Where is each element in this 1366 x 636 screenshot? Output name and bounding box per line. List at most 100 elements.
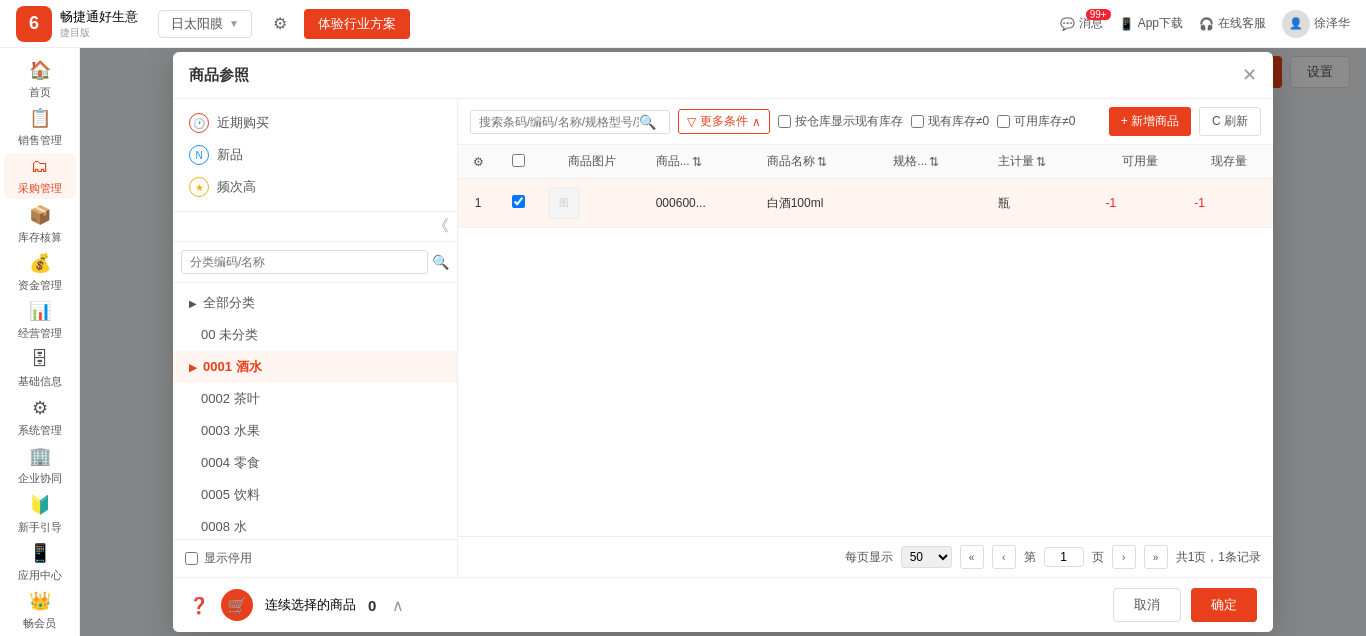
modal-footer-left: 显示停用	[173, 539, 457, 577]
page-suffix: 页	[1092, 549, 1104, 566]
sidebar: 🏠 首页 📋 销售管理 🗂 采购管理 📦 库存核算 💰 资金管理 📊 经营管理 …	[0, 48, 80, 636]
category-item-all[interactable]: ▶ 全部分类	[173, 287, 457, 319]
sidebar-item-system[interactable]: ⚙ 系统管理	[4, 394, 76, 440]
first-page-button[interactable]: «	[960, 545, 984, 569]
last-page-button[interactable]: »	[1144, 545, 1168, 569]
message-item[interactable]: 💬 消息 99+	[1060, 15, 1103, 32]
service-label: 在线客服	[1218, 15, 1266, 32]
row-name: 白酒100ml	[757, 179, 884, 228]
col-checkbox-header[interactable]	[498, 145, 538, 179]
pagination-bar: 每页显示 50 10 20 100 « ‹ 第 页	[458, 536, 1273, 577]
operations-icon: 📊	[29, 300, 51, 322]
sidebar-item-sales[interactable]: 📋 销售管理	[4, 104, 76, 150]
sidebar-item-label: 首页	[29, 85, 51, 100]
category-item-0004[interactable]: 0004 零食	[173, 447, 457, 479]
col-spec-header[interactable]: 规格... ⇅	[883, 145, 988, 179]
sidebar-item-purchase[interactable]: 🗂 采购管理	[4, 153, 76, 199]
available-ne0-checkbox-label[interactable]: 现有库存≠0	[911, 113, 989, 130]
usable-ne0-checkbox-label[interactable]: 可用库存≠0	[997, 113, 1075, 130]
app-download-item[interactable]: 📱 App下载	[1119, 15, 1183, 32]
page-label: 第	[1024, 549, 1036, 566]
confirm-button[interactable]: 确定	[1191, 588, 1257, 622]
col-settings[interactable]: ⚙	[458, 145, 498, 179]
col-spec-sort[interactable]: 规格... ⇅	[893, 153, 978, 170]
sidebar-item-operations[interactable]: 📊 经营管理	[4, 298, 76, 344]
by-warehouse-checkbox-label[interactable]: 按仓库显示现有库存	[778, 113, 903, 130]
dropdown-label: 日太阳膜	[171, 15, 223, 33]
collapse-left-icon[interactable]: 《	[433, 216, 449, 237]
category-label: 0002 茶叶	[201, 390, 260, 408]
col-name-sort[interactable]: 商品名称 ⇅	[767, 153, 874, 170]
usable-ne0-checkbox[interactable]	[997, 115, 1010, 128]
category-search-icon[interactable]: 🔍	[432, 254, 449, 270]
quick-filters: 🕐 近期购买 N 新品 ★ 频次高	[173, 99, 457, 211]
new-product-button[interactable]: + 新增商品	[1109, 107, 1191, 136]
table-row[interactable]: 1 图 000600... 白酒100ml	[458, 179, 1273, 228]
category-item-0003[interactable]: 0003 水果	[173, 415, 457, 447]
sidebar-item-finance[interactable]: 💰 资金管理	[4, 249, 76, 295]
nav-dropdown[interactable]: 日太阳膜 ▼	[158, 10, 252, 38]
search-input[interactable]	[479, 115, 639, 129]
collapse-bottom-icon[interactable]: ∧	[392, 596, 404, 615]
sidebar-item-inventory[interactable]: 📦 库存核算	[4, 201, 76, 247]
prev-page-button[interactable]: ‹	[992, 545, 1016, 569]
chevron-down-icon: ▼	[229, 18, 239, 29]
sort-icon: ⇅	[1036, 155, 1046, 169]
row-code: 000600...	[646, 179, 757, 228]
sidebar-item-apps[interactable]: 📱 应用中心	[4, 539, 76, 585]
sidebar-item-member[interactable]: 👑 畅会员	[4, 588, 76, 634]
user-item[interactable]: 👤 徐泽华	[1282, 10, 1350, 38]
available-ne0-checkbox[interactable]	[911, 115, 924, 128]
close-icon[interactable]: ✕	[1242, 64, 1257, 86]
help-icon[interactable]: ❓	[189, 596, 209, 615]
sidebar-item-basic[interactable]: 🗄 基础信息	[4, 346, 76, 392]
cart-label: 连续选择的商品	[265, 596, 356, 614]
category-item-0001[interactable]: ▶ 0001 酒水	[173, 351, 457, 383]
select-all-checkbox[interactable]	[512, 154, 525, 167]
quick-filter-recent[interactable]: 🕐 近期购买	[181, 107, 449, 139]
gear-icon[interactable]: ⚙	[264, 8, 296, 40]
show-disabled-checkbox[interactable]	[185, 552, 198, 565]
next-page-button[interactable]: ›	[1112, 545, 1136, 569]
page-input[interactable]	[1044, 547, 1084, 567]
collapse-bar: 《	[173, 211, 457, 242]
sidebar-item-home[interactable]: 🏠 首页	[4, 56, 76, 102]
basic-icon: 🗄	[31, 349, 49, 370]
sidebar-item-label: 销售管理	[18, 133, 62, 148]
sidebar-item-guide[interactable]: 🔰 新手引导	[4, 491, 76, 537]
category-item-0008[interactable]: 0008 水	[173, 511, 457, 539]
quick-filter-new[interactable]: N 新品	[181, 139, 449, 171]
category-item-0005[interactable]: 0005 饮料	[173, 479, 457, 511]
row-checkbox-cell[interactable]	[498, 179, 538, 228]
col-unit-header[interactable]: 主计量 ⇅	[988, 145, 1096, 179]
trial-button[interactable]: 体验行业方案	[304, 9, 410, 39]
col-image-header: 商品图片	[538, 145, 646, 179]
search-icon[interactable]: 🔍	[639, 114, 656, 130]
category-item-0002[interactable]: 0002 茶叶	[173, 383, 457, 415]
sidebar-item-enterprise[interactable]: 🏢 企业协同	[4, 443, 76, 489]
logo-text-main: 畅捷通好生意	[60, 8, 138, 26]
filter-icon: ▽	[687, 115, 696, 129]
table-header-row: ⚙ 商品图片 商品... ⇅	[458, 145, 1273, 179]
sidebar-item-label: 资金管理	[18, 278, 62, 293]
expand-icon: ▶	[189, 298, 197, 309]
refresh-button[interactable]: C 刷新	[1199, 107, 1261, 136]
col-code-sort[interactable]: 商品... ⇅	[656, 153, 747, 170]
filter-button[interactable]: ▽ 更多条件 ∧	[678, 109, 770, 134]
app-icon: 📱	[1119, 17, 1134, 31]
available-ne0-label: 现有库存≠0	[928, 113, 989, 130]
col-name-header[interactable]: 商品名称 ⇅	[757, 145, 884, 179]
category-item-00[interactable]: 00 未分类	[173, 319, 457, 351]
col-code-header[interactable]: 商品... ⇅	[646, 145, 757, 179]
per-page-select[interactable]: 50 10 20 100	[901, 546, 952, 568]
online-service-item[interactable]: 🎧 在线客服	[1199, 15, 1266, 32]
sidebar-item-label: 新手引导	[18, 520, 62, 535]
category-search-input[interactable]	[181, 250, 428, 274]
cancel-button[interactable]: 取消	[1113, 588, 1181, 622]
total-info: 共1页，1条记录	[1176, 549, 1261, 566]
col-unit-sort[interactable]: 主计量 ⇅	[998, 153, 1086, 170]
row-checkbox[interactable]	[512, 195, 525, 208]
quick-filter-frequent[interactable]: ★ 频次高	[181, 171, 449, 203]
cart-icon[interactable]: 🛒	[221, 589, 253, 621]
by-warehouse-checkbox[interactable]	[778, 115, 791, 128]
